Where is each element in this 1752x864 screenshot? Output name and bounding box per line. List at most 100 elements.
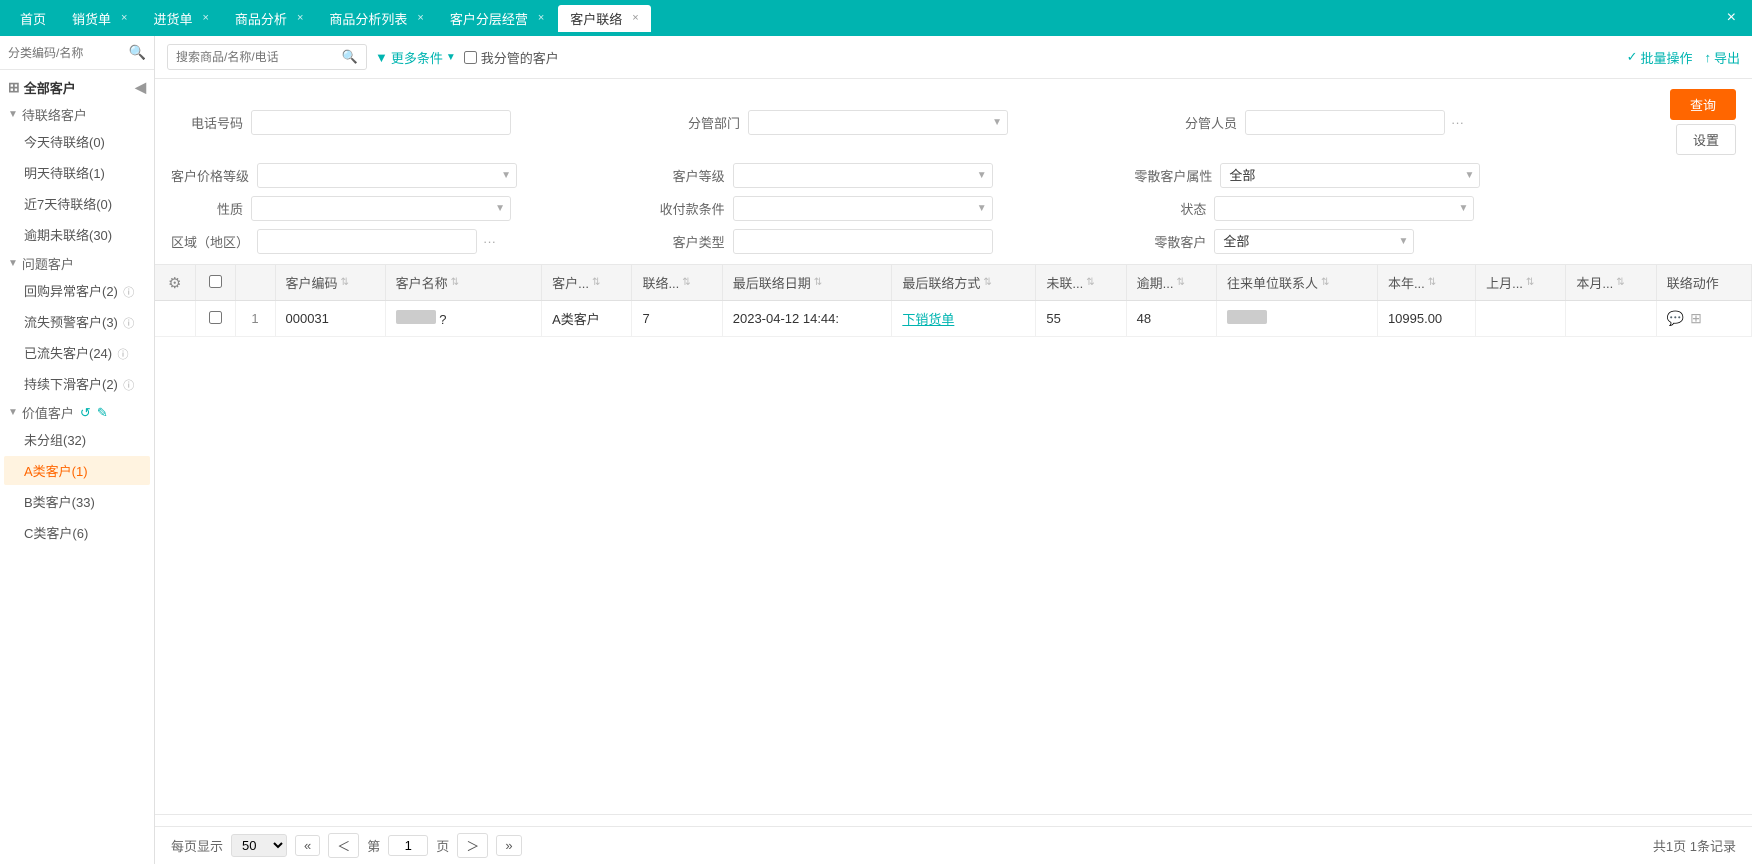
filter-nature-select[interactable] bbox=[251, 196, 511, 221]
nav-purchase[interactable]: 进货单 × bbox=[141, 5, 220, 32]
nav-home[interactable]: 首页 bbox=[8, 5, 58, 32]
sidebar-section-pending[interactable]: ▼ 待联络客户 bbox=[0, 101, 154, 126]
query-btn[interactable]: 查询 bbox=[1670, 89, 1736, 120]
filter-phone-input[interactable] bbox=[251, 110, 511, 135]
sidebar-section-pending-label: 待联络客户 bbox=[22, 105, 87, 124]
sidebar-section-problem[interactable]: ▼ 问题客户 bbox=[0, 250, 154, 275]
th-this-year: 本年... ⇅ bbox=[1377, 265, 1475, 301]
nav-sales-close[interactable]: × bbox=[121, 12, 127, 24]
row-checkbox[interactable] bbox=[209, 311, 222, 324]
filter-person-dots[interactable]: ··· bbox=[1445, 115, 1470, 130]
filter-person-input[interactable] bbox=[1245, 110, 1445, 135]
sidebar-search-input[interactable] bbox=[8, 46, 125, 60]
toolbar-search-icon[interactable]: 🔍 bbox=[342, 49, 358, 65]
sidebar-item-a-class[interactable]: A类客户(1) bbox=[4, 456, 150, 485]
export-btn[interactable]: ↑ 导出 bbox=[1704, 48, 1740, 67]
sort-icon-last-contact-way: ⇅ bbox=[983, 277, 991, 288]
filter-customer-tier-label: 客户等级 bbox=[653, 166, 733, 185]
sidebar-item-declining[interactable]: 持续下滑客户(2) ⓘ bbox=[4, 369, 150, 398]
sidebar-item-tomorrow[interactable]: 明天待联络(1) bbox=[4, 158, 150, 187]
my-customers-checkbox[interactable] bbox=[464, 51, 477, 64]
nav-customer-tier[interactable]: 客户分层经营 × bbox=[438, 5, 556, 32]
filter-status-select[interactable] bbox=[1214, 196, 1474, 221]
sidebar-collapse-btn[interactable]: ◀ bbox=[135, 79, 146, 96]
th-index bbox=[235, 265, 275, 301]
sidebar-item-c-class-label: C类客户(6) bbox=[24, 526, 88, 541]
customer-name-blurred bbox=[396, 310, 436, 324]
export-label: 导出 bbox=[1714, 48, 1740, 67]
setting-btn[interactable]: 设置 bbox=[1676, 124, 1736, 155]
toolbar-search-input[interactable] bbox=[176, 50, 338, 64]
sidebar-item-today[interactable]: 今天待联络(0) bbox=[4, 127, 150, 156]
horizontal-scrollbar[interactable] bbox=[155, 814, 1752, 826]
filter-retail-customer-select[interactable]: 全部 bbox=[1214, 229, 1414, 254]
td-name: ? bbox=[385, 301, 542, 337]
th-contact-label: 联络... bbox=[642, 273, 679, 292]
th-settings: ⚙ bbox=[155, 265, 195, 301]
nav-close-all[interactable]: × bbox=[1719, 9, 1744, 27]
sidebar-search-wrap: 🔍 bbox=[0, 36, 154, 70]
last-contact-way-link[interactable]: 下销货单 bbox=[902, 312, 954, 327]
nav-product-analysis[interactable]: 商品分析 × bbox=[223, 5, 315, 32]
nav-customer-contact[interactable]: 客户联络 × bbox=[558, 5, 650, 32]
sidebar-item-churned[interactable]: 已流失客户(24) ⓘ bbox=[4, 338, 150, 367]
refresh-icon[interactable]: ↺ bbox=[80, 405, 91, 421]
sidebar-item-c-class[interactable]: C类客户(6) bbox=[4, 518, 150, 547]
next-page-btn[interactable]: ＞ bbox=[457, 833, 488, 858]
grid-action-icon[interactable]: ⊞ bbox=[1690, 310, 1702, 327]
last-page-btn[interactable]: » bbox=[496, 835, 521, 856]
sidebar-item-today-label: 今天待联络(0) bbox=[24, 135, 105, 150]
info-icon-3: ⓘ bbox=[117, 349, 128, 361]
more-filters-btn[interactable]: ▼ 更多条件 ▼ bbox=[375, 48, 456, 67]
nav-product-list-close[interactable]: × bbox=[417, 12, 423, 24]
filter-price-tier-select[interactable] bbox=[257, 163, 517, 188]
settings-icon[interactable]: ⚙ bbox=[168, 275, 181, 292]
chat-action-icon[interactable]: 💬 bbox=[1667, 310, 1684, 327]
filter-arrow: ▼ bbox=[446, 52, 456, 63]
filter-region-input[interactable] bbox=[257, 229, 477, 254]
filter-customer-type-input[interactable] bbox=[733, 229, 993, 254]
prev-page-btn[interactable]: ＜ bbox=[328, 833, 359, 858]
sidebar-item-repurchase-anomaly[interactable]: 回购异常客户(2) ⓘ bbox=[4, 276, 150, 305]
filter-retail-attr-field: 零散客户属性 全部 ▼ bbox=[1134, 163, 1616, 188]
first-page-btn[interactable]: « bbox=[295, 835, 320, 856]
per-page-select[interactable]: 50 100 bbox=[231, 834, 287, 857]
sidebar-item-ungrouped[interactable]: 未分组(32) bbox=[4, 425, 150, 454]
sidebar-item-churn-warning[interactable]: 流失预警客户(3) ⓘ bbox=[4, 307, 150, 336]
sidebar-item-overdue[interactable]: 逾期未联络(30) bbox=[4, 220, 150, 249]
th-last-month-label: 上月... bbox=[1486, 273, 1523, 292]
sidebar-item-week[interactable]: 近7天待联络(0) bbox=[4, 189, 150, 218]
sort-icon-type: ⇅ bbox=[592, 277, 600, 288]
filter-phone-field: 电话号码 bbox=[171, 110, 668, 135]
nav-product-list[interactable]: 商品分析列表 × bbox=[317, 5, 435, 32]
filter-person-label: 分管人员 bbox=[1165, 113, 1245, 132]
nav-purchase-close[interactable]: × bbox=[202, 12, 208, 24]
th-last-month: 上月... ⇅ bbox=[1476, 265, 1566, 301]
th-code: 客户编码 ⇅ bbox=[275, 265, 385, 301]
sidebar-item-ungrouped-label: 未分组(32) bbox=[24, 433, 86, 448]
filter-payment-label: 收付款条件 bbox=[653, 199, 733, 218]
nav-product-analysis-close[interactable]: × bbox=[297, 12, 303, 24]
filter-retail-attr-select[interactable]: 全部 bbox=[1220, 163, 1480, 188]
filter-region-dots[interactable]: ··· bbox=[477, 234, 502, 249]
th-last-contact-way-label: 最后联络方式 bbox=[902, 273, 980, 292]
sidebar-item-b-class-label: B类客户(33) bbox=[24, 495, 95, 510]
filter-customer-tier-select[interactable] bbox=[733, 163, 993, 188]
nav-customer-tier-close[interactable]: × bbox=[538, 12, 544, 24]
sidebar-header: ⊞ 全部客户 ◀ bbox=[0, 70, 154, 101]
batch-ops-btn[interactable]: ✓ 批量操作 bbox=[1627, 48, 1693, 67]
filter-payment-select[interactable] bbox=[733, 196, 993, 221]
sidebar-section-problem-label: 问题客户 bbox=[22, 254, 74, 273]
edit-icon[interactable]: ✎ bbox=[97, 405, 108, 421]
nav-customer-contact-close[interactable]: × bbox=[632, 12, 638, 24]
filter-phone-label: 电话号码 bbox=[171, 113, 251, 132]
td-last-contact-way: 下销货单 bbox=[892, 301, 1036, 337]
page-input[interactable] bbox=[388, 835, 428, 856]
select-all-checkbox[interactable] bbox=[209, 275, 222, 288]
sidebar-search-icon[interactable]: 🔍 bbox=[129, 44, 146, 61]
td-this-year: 10995.00 bbox=[1377, 301, 1475, 337]
filter-dept-select[interactable] bbox=[748, 110, 1008, 135]
nav-sales[interactable]: 销货单 × bbox=[60, 5, 139, 32]
batch-ops-label: 批量操作 bbox=[1640, 48, 1692, 67]
sidebar-item-b-class[interactable]: B类客户(33) bbox=[4, 487, 150, 516]
